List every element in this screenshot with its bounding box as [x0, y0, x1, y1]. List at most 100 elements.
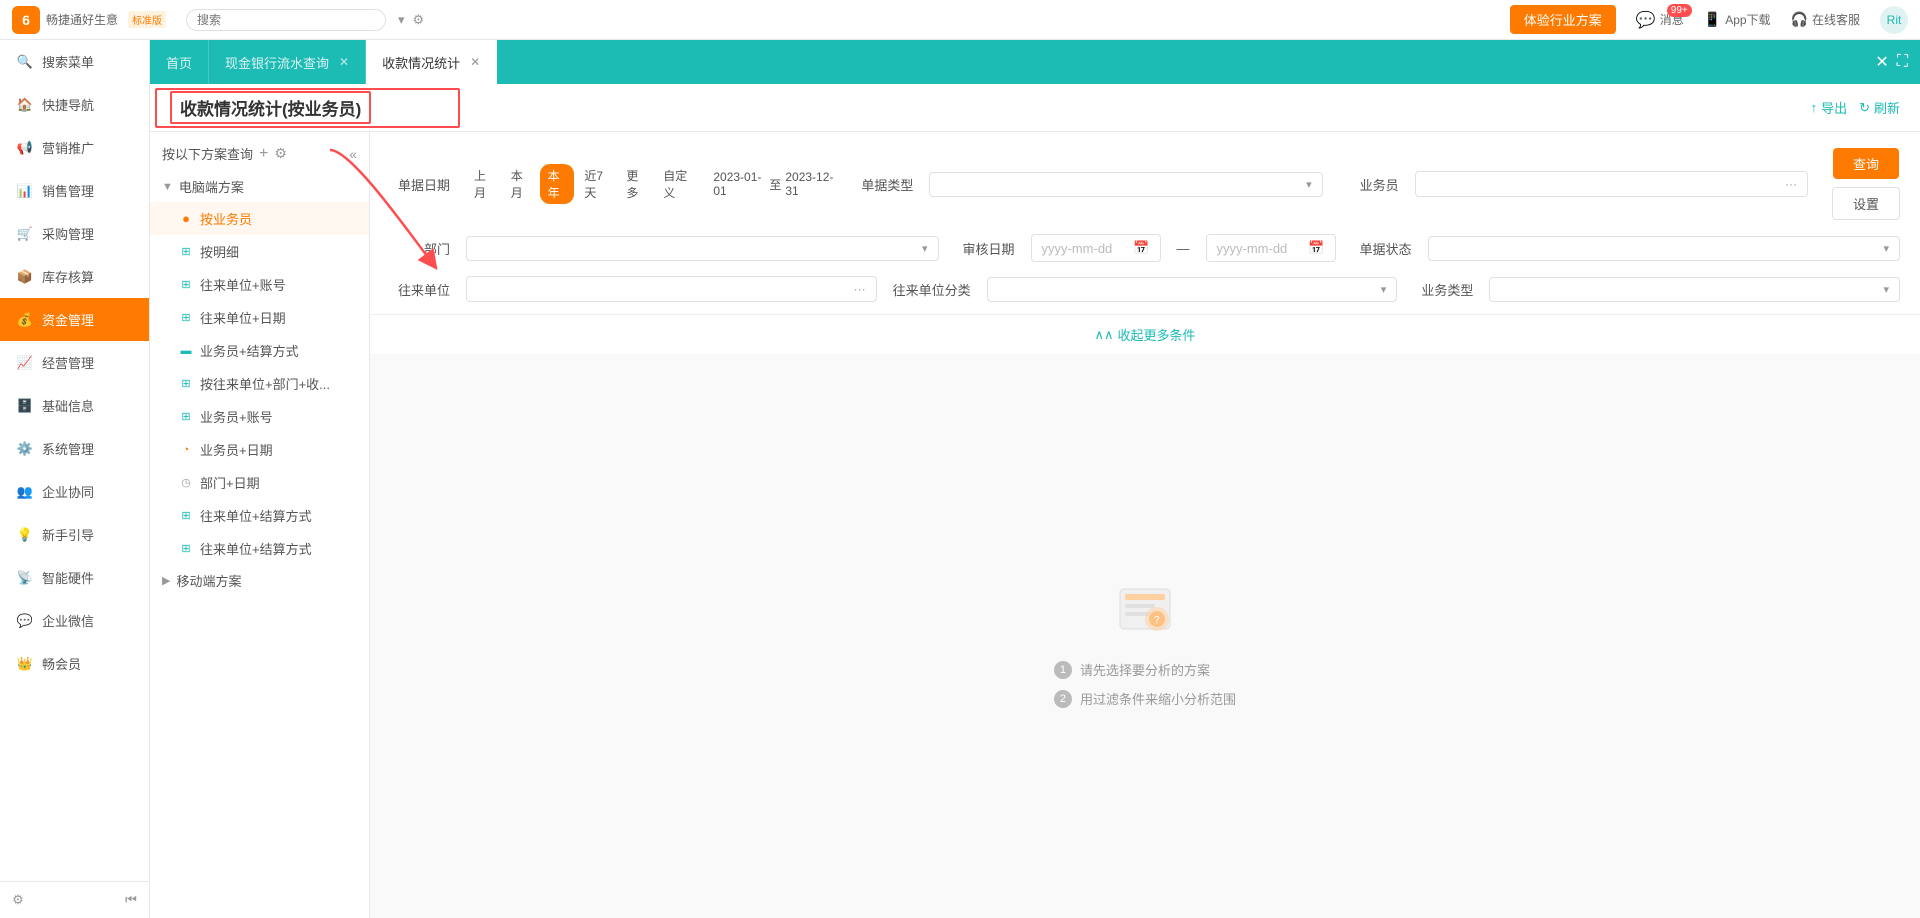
- scheme-partner-settle2[interactable]: ⊞ 往来单位+结算方式: [150, 532, 369, 565]
- bill-type-label: 单据类型: [853, 175, 913, 194]
- collapse-filter-button[interactable]: ∧∧ 收起更多条件: [370, 314, 1920, 354]
- desktop-group-header[interactable]: ▼ 电脑端方案: [150, 171, 369, 202]
- date-filter-value: 上月 本月 本年 近7天 更多 自定义 2023-01-01 至: [466, 164, 837, 204]
- sidebar-item-finance[interactable]: 💰 资金管理: [0, 298, 149, 341]
- filter-row-3: 往来单位 ··· 往来单位分类 ▾ 业务类型: [390, 276, 1900, 302]
- date-from: 2023-01-01: [713, 170, 765, 198]
- filter-row-1: 单据日期 上月 本月 本年 近7天 更多 自定义: [390, 148, 1900, 220]
- biz-type-select[interactable]: ▾: [1489, 277, 1900, 302]
- filter-area: 单据日期 上月 本月 本年 近7天 更多 自定义: [370, 132, 1920, 918]
- dept-arrow-icon: ▾: [922, 242, 928, 255]
- audit-date-to[interactable]: yyyy-mm-dd 📅: [1206, 234, 1336, 262]
- online-service-btn[interactable]: 🎧 在线客服: [1791, 11, 1860, 28]
- staff-select[interactable]: ···: [1415, 171, 1808, 197]
- filter-rows: 单据日期 上月 本月 本年 近7天 更多 自定义: [370, 132, 1920, 310]
- mobile-group-header[interactable]: ▶ 移动端方案: [150, 565, 369, 596]
- sidebar-item-member[interactable]: 👑 畅会员: [0, 642, 149, 685]
- trial-button[interactable]: 体验行业方案: [1510, 5, 1616, 34]
- app-download-btn[interactable]: 📱 App下载: [1704, 11, 1771, 28]
- partner-select[interactable]: ···: [466, 276, 877, 302]
- date-tab-lastmonth[interactable]: 上月: [466, 164, 501, 204]
- date-tab-thisyear[interactable]: 本年: [540, 164, 575, 204]
- date-tab-7days[interactable]: 近7天: [576, 164, 616, 204]
- bill-status-select[interactable]: ▾: [1428, 236, 1901, 261]
- gear-icon: ⚙️: [16, 440, 34, 458]
- bill-type-select[interactable]: ▾: [929, 172, 1322, 197]
- scheme-sd-icon: ◔: [178, 442, 194, 458]
- sidebar-item-basic[interactable]: 🗄️ 基础信息: [0, 384, 149, 427]
- empty-text-area: 1 请先选择要分析的方案 2 用过滤条件来缩小分析范围: [1054, 660, 1236, 708]
- date-range: 2023-01-01 至 2023-12-31: [713, 170, 837, 198]
- scheme-sa-icon: ⊞: [178, 409, 194, 425]
- scheme-partner-dept-recv[interactable]: ⊞ 按往来单位+部门+收...: [150, 367, 369, 400]
- sidebar-item-sales[interactable]: 📊 销售管理: [0, 169, 149, 212]
- logo-icon: 6: [12, 6, 40, 34]
- dept-label: 部门: [390, 239, 450, 258]
- scheme-by-detail[interactable]: ⊞ 按明细: [150, 235, 369, 268]
- sidebar-item-ops[interactable]: 📈 经营管理: [0, 341, 149, 384]
- sidebar-item-purchase[interactable]: 🛒 采购管理: [0, 212, 149, 255]
- date-tab-more[interactable]: 更多: [618, 164, 653, 204]
- scheme-add-icon[interactable]: +: [259, 145, 268, 163]
- partner-category-select[interactable]: ▾: [987, 277, 1398, 302]
- scheme-pd-icon: ⊞: [178, 310, 194, 326]
- svg-text:?: ?: [1154, 615, 1160, 626]
- dept-select[interactable]: ▾: [466, 236, 939, 261]
- empty-state: ? 1 请先选择要分析的方案 2 用过滤条件来缩小分析范围: [370, 354, 1920, 918]
- staff-label: 业务员: [1339, 175, 1399, 194]
- filter-row-2: 部门 ▾ 审核日期 yyyy-mm-dd 📅 —: [390, 234, 1900, 262]
- dropdown-arrow[interactable]: ▾: [398, 12, 405, 28]
- date-tabs: 上月 本月 本年 近7天 更多 自定义: [466, 164, 699, 204]
- sidebar-item-guide[interactable]: 💡 新手引导: [0, 513, 149, 556]
- date-tab-thismonth[interactable]: 本月: [503, 164, 538, 204]
- device-icon: 📡: [16, 569, 34, 587]
- search-icon: 🔍: [16, 53, 34, 71]
- sidebar-item-search-menu[interactable]: 🔍 搜索菜单: [0, 40, 149, 83]
- step-2-number: 2: [1054, 690, 1072, 708]
- logo-area: 6 畅捷通好生意 标准版: [12, 6, 166, 34]
- settings-button[interactable]: 设置: [1832, 187, 1900, 220]
- sidebar-item-marketing[interactable]: 📢 营销推广: [0, 126, 149, 169]
- sidebar: 🔍 搜索菜单 🏠 快捷导航 📢 营销推广 📊 销售管理 🛒 采购管理 📦: [0, 40, 150, 918]
- date-tab-custom[interactable]: 自定义: [655, 164, 699, 204]
- tab-receipt[interactable]: 收款情况统计 ✕: [366, 40, 497, 84]
- tab-bank-close[interactable]: ✕: [339, 55, 349, 69]
- sidebar-item-system[interactable]: ⚙️ 系统管理: [0, 427, 149, 470]
- scheme-dept-date[interactable]: ◷ 部门+日期: [150, 466, 369, 499]
- sidebar-item-quick-nav[interactable]: 🏠 快捷导航: [0, 83, 149, 126]
- tab-bank[interactable]: 现金银行流水查询 ✕: [209, 40, 366, 84]
- scheme-partner-date[interactable]: ⊞ 往来单位+日期: [150, 301, 369, 334]
- scheme-staff-account[interactable]: ⊞ 业务员+账号: [150, 400, 369, 433]
- scheme-staff-date[interactable]: ◔ 业务员+日期: [150, 433, 369, 466]
- message-btn[interactable]: 💬 消息 99+: [1636, 10, 1684, 30]
- search-input[interactable]: [186, 9, 386, 31]
- sidebar-item-corp[interactable]: 👥 企业协同: [0, 470, 149, 513]
- export-button[interactable]: ↑ 导出: [1811, 98, 1848, 117]
- tab-expand-icon[interactable]: ⛶: [1897, 53, 1908, 71]
- settings-icon[interactable]: ⚙: [413, 12, 425, 28]
- audit-date-from[interactable]: yyyy-mm-dd 📅: [1031, 234, 1161, 262]
- tab-receipt-close[interactable]: ✕: [470, 55, 480, 69]
- tab-close-all-icon[interactable]: ✕: [1875, 52, 1888, 72]
- scheme-staff-settle[interactable]: ▬ 业务员+结算方式: [150, 334, 369, 367]
- bill-type-arrow-icon: ▾: [1306, 178, 1312, 191]
- bill-status-arrow-icon: ▾: [1883, 242, 1889, 255]
- query-button[interactable]: 查询: [1833, 148, 1899, 179]
- sidebar-item-inventory[interactable]: 📦 库存核算: [0, 255, 149, 298]
- scheme-partner-account[interactable]: ⊞ 往来单位+账号: [150, 268, 369, 301]
- sidebar-item-hardware[interactable]: 📡 智能硬件: [0, 556, 149, 599]
- scheme-settings-icon[interactable]: ⚙: [274, 145, 287, 162]
- partner-dots-icon: ···: [854, 282, 866, 296]
- refresh-button[interactable]: ↻ 刷新: [1859, 98, 1900, 117]
- scheme-partner-settle1[interactable]: ⊞ 往来单位+结算方式: [150, 499, 369, 532]
- scheme-collapse-icon[interactable]: «: [349, 146, 357, 162]
- partner-cat-arrow-icon: ▾: [1381, 283, 1387, 296]
- scheme-by-staff[interactable]: ● 按业务员: [150, 202, 369, 235]
- sidebar-item-wechat[interactable]: 💬 企业微信: [0, 599, 149, 642]
- tab-home[interactable]: 首页: [150, 40, 209, 84]
- collapse-sidebar-icon[interactable]: ⏮: [121, 890, 141, 910]
- crown-icon: 👑: [16, 655, 34, 673]
- user-avatar[interactable]: Rit: [1880, 6, 1908, 34]
- settings-bottom-icon[interactable]: ⚙: [8, 890, 28, 910]
- audit-date-sep: —: [1177, 241, 1190, 256]
